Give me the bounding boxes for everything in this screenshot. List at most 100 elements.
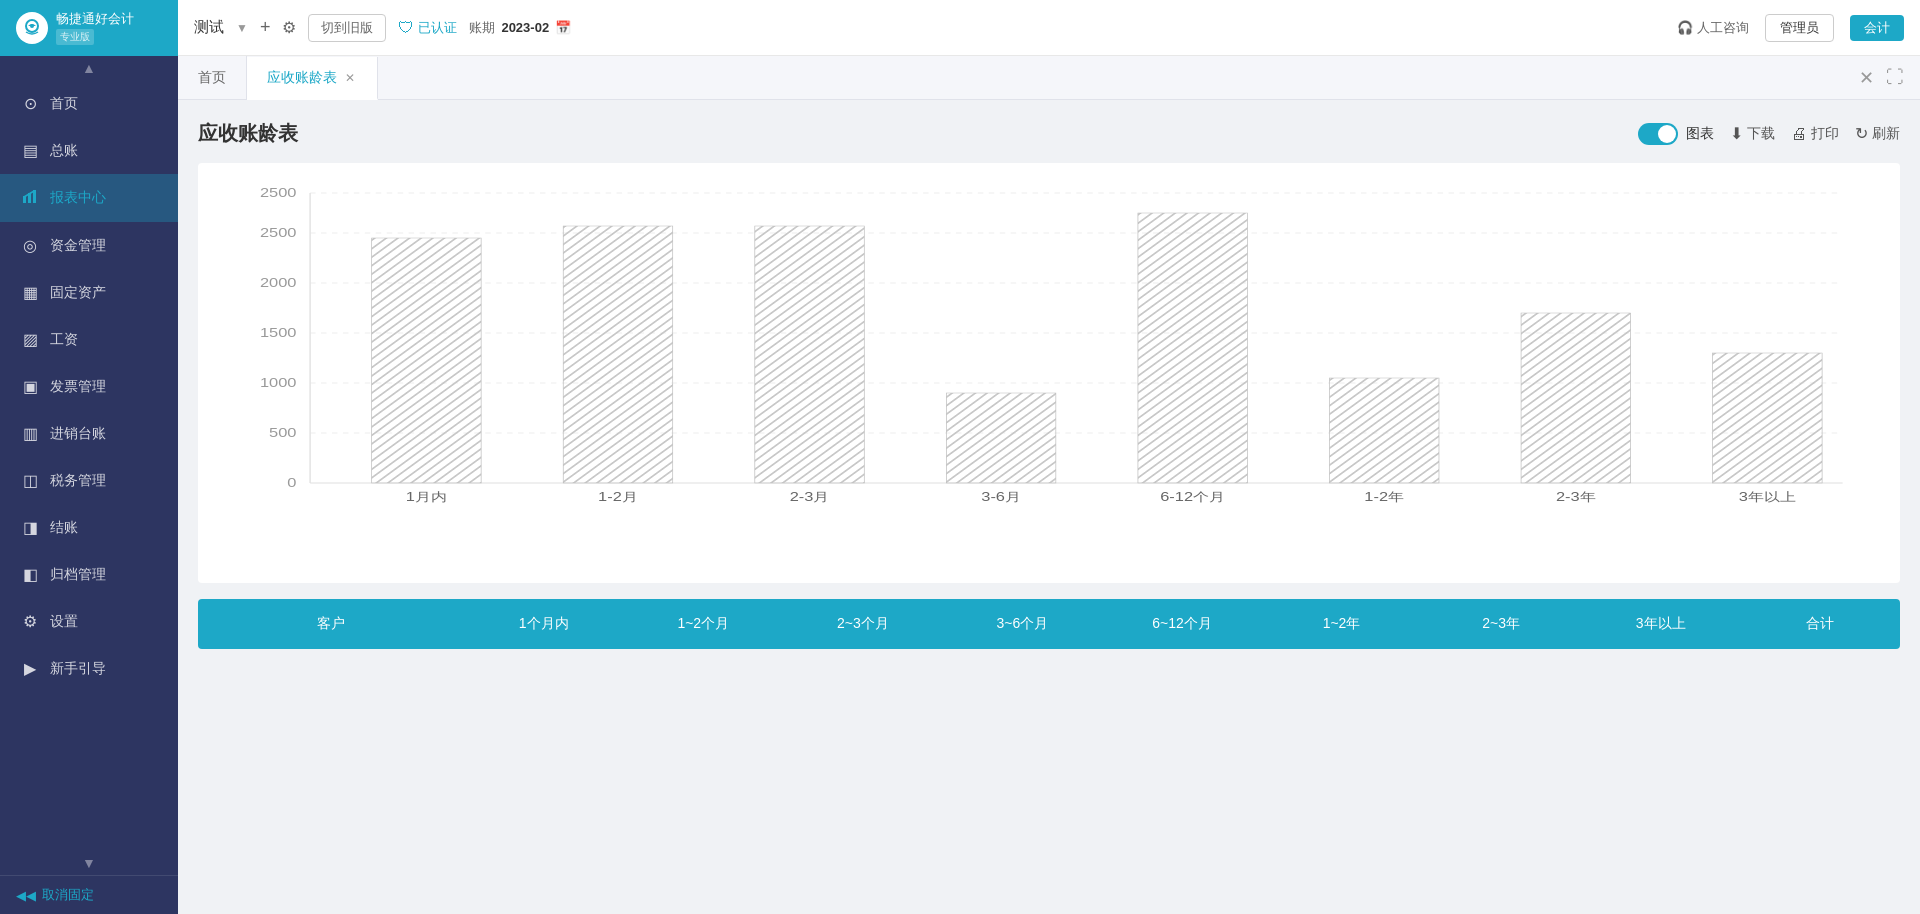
sidebar-item-label: 资金管理: [50, 237, 106, 255]
switch-old-version-button[interactable]: 切到旧版: [308, 14, 386, 42]
cancel-fixed-label: 取消固定: [42, 886, 94, 904]
invoice-icon: ▣: [20, 377, 40, 396]
header-right-actions: 🎧 人工咨询 管理员 会计: [1677, 14, 1904, 42]
report-icon: [20, 188, 40, 208]
chart-container: 0 500 1000 1500 2000 2500 2500 1: [198, 163, 1900, 583]
svg-text:500: 500: [269, 426, 296, 439]
svg-text:2500: 2500: [260, 226, 297, 239]
sidebar-item-archive[interactable]: ◧ 归档管理: [0, 551, 178, 598]
certified-label: 已认证: [418, 19, 457, 37]
th-2-3months: 2~3个月: [783, 599, 943, 649]
sidebar-scroll-up[interactable]: ▲: [0, 56, 178, 80]
th-total: 合计: [1740, 599, 1900, 649]
workspace-settings-icon[interactable]: ⚙: [282, 18, 296, 37]
sidebar-item-settlement[interactable]: ◨ 结账: [0, 504, 178, 551]
refresh-icon: ↻: [1855, 124, 1868, 143]
chart-toggle-label: 图表: [1686, 125, 1714, 143]
sidebar-item-tutorial[interactable]: ▶ 新手引导: [0, 645, 178, 692]
sidebar-item-label: 工资: [50, 331, 78, 349]
top-header: 测试 ▼ + ⚙ 切到旧版 🛡 已认证 账期 2023-02 📅 🎧 人工咨询 …: [178, 0, 1920, 56]
sidebar-scroll-down[interactable]: ▼: [0, 851, 178, 875]
svg-text:3年以上: 3年以上: [1739, 490, 1796, 503]
cancel-fixed-button[interactable]: ◀◀ 取消固定: [0, 875, 178, 914]
sidebar-item-home[interactable]: ⊙ 首页: [0, 80, 178, 127]
download-button[interactable]: ⬇ 下载: [1730, 124, 1775, 143]
app-name: 畅捷通好会计: [56, 11, 134, 28]
add-workspace-icon[interactable]: +: [260, 17, 271, 38]
svg-text:0: 0: [287, 476, 296, 489]
page-actions: 图表 ⬇ 下载 🖨 打印 ↻ 刷新: [1638, 123, 1900, 145]
sidebar-item-fixed-assets[interactable]: ▦ 固定资产: [0, 269, 178, 316]
period-info: 账期 2023-02 📅: [469, 19, 571, 37]
svg-text:1-2月: 1-2月: [598, 490, 638, 503]
tab-bar-actions: ✕ ⛶: [1859, 56, 1920, 99]
close-tab-button[interactable]: ✕: [1859, 67, 1874, 89]
sidebar-item-fund-management[interactable]: ◎ 资金管理: [0, 222, 178, 269]
th-1-2years: 1~2年: [1262, 599, 1422, 649]
page-title: 应收账龄表: [198, 120, 298, 147]
sidebar-item-label: 结账: [50, 519, 78, 537]
sidebar-item-label: 总账: [50, 142, 78, 160]
tax-icon: ◫: [20, 471, 40, 490]
salary-icon: ▨: [20, 330, 40, 349]
assets-icon: ▦: [20, 283, 40, 302]
svg-text:3-6月: 3-6月: [981, 490, 1021, 503]
consult-button[interactable]: 🎧 人工咨询: [1677, 19, 1749, 37]
svg-text:2000: 2000: [260, 276, 297, 289]
svg-text:1500: 1500: [260, 326, 297, 339]
sidebar-item-label: 固定资产: [50, 284, 106, 302]
settlement-icon: ◨: [20, 518, 40, 537]
svg-point-1: [30, 24, 34, 28]
home-icon: ⊙: [20, 94, 40, 113]
sales-icon: ▥: [20, 424, 40, 443]
sidebar-item-invoice[interactable]: ▣ 发票管理: [0, 363, 178, 410]
content-area: 应收账龄表 图表 ⬇ 下载 🖨 打印 ↻ 刷新: [178, 100, 1920, 914]
fullscreen-button[interactable]: ⛶: [1886, 67, 1904, 88]
bar-3年以上: [1713, 353, 1822, 483]
settings-icon: ⚙: [20, 612, 40, 631]
sidebar-item-label: 首页: [50, 95, 78, 113]
sidebar-item-sales-ledger[interactable]: ▥ 进销台账: [0, 410, 178, 457]
table-header: 客户 1个月内 1~2个月 2~3个月 3~6个月 6~12个月 1~2年 2~…: [198, 599, 1900, 649]
period-text-label: 账期: [469, 19, 495, 37]
workspace-dropdown-icon[interactable]: ▼: [236, 21, 248, 35]
tab-accounts-aging[interactable]: 应收账龄表 ✕: [247, 57, 378, 100]
sidebar-item-label: 报表中心: [50, 189, 106, 207]
sidebar-item-salary[interactable]: ▨ 工资: [0, 316, 178, 363]
main-area: 测试 ▼ + ⚙ 切到旧版 🛡 已认证 账期 2023-02 📅 🎧 人工咨询 …: [178, 0, 1920, 914]
download-label: 下载: [1747, 125, 1775, 143]
app-logo-icon: [16, 12, 48, 44]
sidebar-nav: ⊙ 首页 ▤ 总账 报表中心 ◎ 资金管理 ▦ 固定资产: [0, 80, 178, 851]
print-button[interactable]: 🖨 打印: [1791, 125, 1839, 143]
print-label: 打印: [1811, 125, 1839, 143]
bar-1-2年: [1330, 378, 1439, 483]
sidebar-item-report-center[interactable]: 报表中心: [0, 174, 178, 222]
sidebar-item-general-ledger[interactable]: ▤ 总账: [0, 127, 178, 174]
svg-text:1000: 1000: [260, 376, 297, 389]
bar-1月内: [372, 238, 481, 483]
svg-text:6-12个月: 6-12个月: [1160, 490, 1225, 503]
calendar-icon[interactable]: 📅: [555, 20, 571, 35]
bar-3-6月: [946, 393, 1055, 483]
chart-toggle[interactable]: [1638, 123, 1678, 145]
refresh-button[interactable]: ↻ 刷新: [1855, 124, 1900, 143]
tab-close-icon[interactable]: ✕: [343, 69, 357, 87]
svg-text:2500: 2500: [260, 186, 297, 199]
bar-1-2月: [563, 226, 672, 483]
sidebar-item-tax[interactable]: ◫ 税务管理: [0, 457, 178, 504]
sidebar-item-settings[interactable]: ⚙ 设置: [0, 598, 178, 645]
bar-2-3年: [1521, 313, 1630, 483]
tab-bar: 首页 应收账龄表 ✕ ✕ ⛶: [178, 56, 1920, 100]
svg-text:2-3年: 2-3年: [1556, 490, 1596, 503]
ledger-icon: ▤: [20, 141, 40, 160]
bar-6-12月: [1138, 213, 1247, 483]
consult-label: 人工咨询: [1697, 19, 1749, 37]
archive-icon: ◧: [20, 565, 40, 584]
print-icon: 🖨: [1791, 125, 1807, 143]
accountant-button[interactable]: 会计: [1850, 15, 1904, 41]
admin-button[interactable]: 管理员: [1765, 14, 1834, 42]
tab-home[interactable]: 首页: [178, 56, 247, 99]
fund-icon: ◎: [20, 236, 40, 255]
table-container: 客户 1个月内 1~2个月 2~3个月 3~6个月 6~12个月 1~2年 2~…: [198, 599, 1900, 649]
tab-aging-label: 应收账龄表: [267, 69, 337, 87]
